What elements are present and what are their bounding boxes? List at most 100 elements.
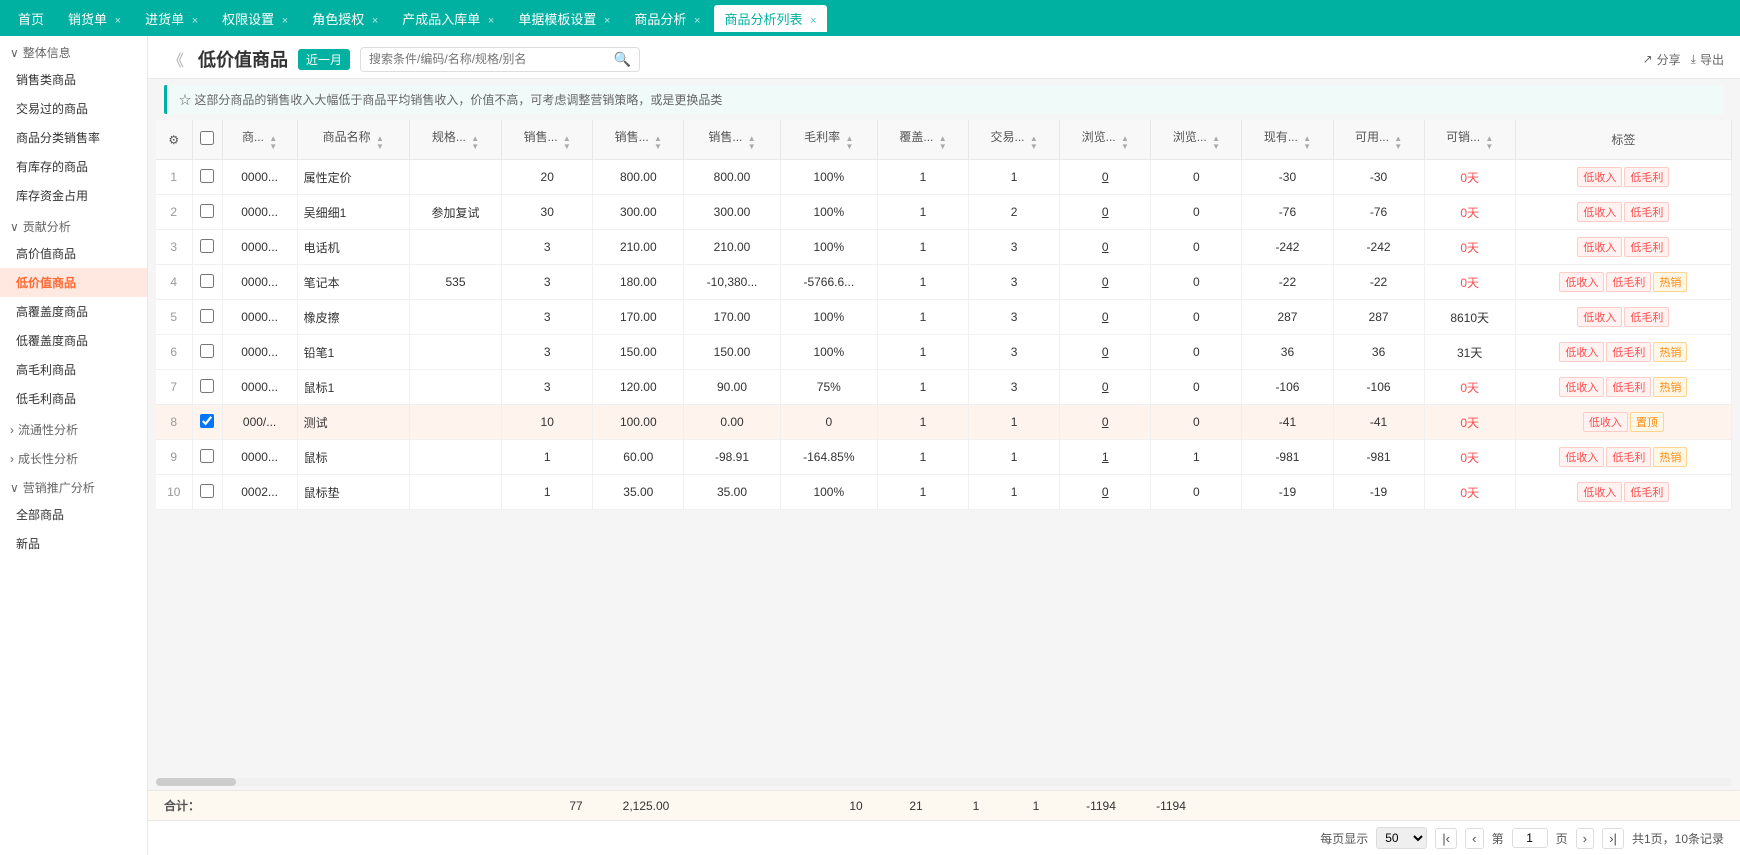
per-page-select[interactable]: 50 100 200 [1376, 827, 1427, 849]
sidebar-group-marketing[interactable]: ∨ 营销推广分析 [0, 471, 147, 500]
sidebar-item-category-sales[interactable]: 商品分类销售率 [0, 123, 147, 152]
col-gross-rate[interactable]: 毛利率 ▲▼ [780, 120, 877, 160]
nav-item-permission[interactable]: 权限设置 × [212, 5, 298, 32]
sidebar-item-stocked[interactable]: 有库存的商品 [0, 152, 147, 181]
nav-item-analysis[interactable]: 商品分析 × [624, 5, 710, 32]
nav-item-product[interactable]: 产成品入库单 × [392, 5, 504, 32]
search-icon[interactable]: 🔍 [614, 51, 631, 68]
row-checkbox[interactable] [200, 169, 214, 183]
row-checkbox-cell[interactable] [192, 195, 222, 230]
nav-item-sales[interactable]: 销货单 × [58, 5, 131, 32]
col-trade[interactable]: 交易... ▲▼ [969, 120, 1060, 160]
sidebar-item-high-coverage[interactable]: 高覆盖度商品 [0, 297, 147, 326]
col-sales-price[interactable]: 销售... ▲▼ [684, 120, 780, 160]
row-browse1[interactable]: 0 [1060, 335, 1151, 370]
sidebar-item-high-margin[interactable]: 高毛利商品 [0, 355, 147, 384]
col-name[interactable]: 商品名称 ▲▼ [297, 120, 409, 160]
browse1-link[interactable]: 1 [1102, 450, 1109, 464]
select-all-checkbox[interactable] [200, 131, 214, 145]
first-page-btn[interactable]: |‹ [1435, 828, 1457, 849]
close-icon[interactable]: × [694, 15, 700, 27]
search-input[interactable] [369, 52, 610, 66]
sidebar-item-traded-products[interactable]: 交易过的商品 [0, 94, 147, 123]
nav-item-home[interactable]: 首页 [8, 5, 54, 32]
sidebar-item-new-products[interactable]: 新品 [0, 529, 147, 558]
row-browse1[interactable]: 1 [1060, 440, 1151, 475]
row-browse1[interactable]: 0 [1060, 370, 1151, 405]
close-icon[interactable]: × [488, 15, 494, 27]
col-coverage[interactable]: 覆盖... ▲▼ [877, 120, 968, 160]
col-sales-amount[interactable]: 销售... ▲▼ [593, 120, 684, 160]
row-checkbox-cell[interactable] [192, 160, 222, 195]
sidebar-item-low-margin[interactable]: 低毛利商品 [0, 384, 147, 413]
browse1-link[interactable]: 0 [1102, 380, 1109, 394]
row-checkbox[interactable] [200, 379, 214, 393]
browse1-link[interactable]: 0 [1102, 310, 1109, 324]
browse1-link[interactable]: 0 [1102, 275, 1109, 289]
row-checkbox[interactable] [200, 309, 214, 323]
share-button[interactable]: ↗ 分享 [1643, 51, 1681, 68]
col-current-stock[interactable]: 现有... ▲▼ [1242, 120, 1333, 160]
row-checkbox-cell[interactable] [192, 265, 222, 300]
row-checkbox[interactable] [200, 449, 214, 463]
nav-item-role[interactable]: 角色授权 × [302, 5, 388, 32]
col-available-stock[interactable]: 可用... ▲▼ [1333, 120, 1424, 160]
browse1-link[interactable]: 0 [1102, 415, 1109, 429]
row-checkbox[interactable] [200, 239, 214, 253]
col-sellable-stock[interactable]: 可销... ▲▼ [1424, 120, 1515, 160]
row-checkbox-cell[interactable] [192, 370, 222, 405]
browse1-link[interactable]: 0 [1102, 345, 1109, 359]
sidebar-item-low-coverage[interactable]: 低覆盖度商品 [0, 326, 147, 355]
table-container[interactable]: ⚙ 商... ▲▼ 商品名称 ▲▼ 规格... ▲▼ 销售... ▲▼ 销售..… [148, 120, 1740, 778]
row-browse1[interactable]: 0 [1060, 475, 1151, 510]
close-icon[interactable]: × [115, 15, 121, 27]
sidebar-group-overall[interactable]: ∨ 整体信息 [0, 36, 147, 65]
sidebar-item-all-products[interactable]: 全部商品 [0, 500, 147, 529]
browse1-link[interactable]: 0 [1102, 240, 1109, 254]
sidebar-group-contribution[interactable]: ∨ 贡献分析 [0, 210, 147, 239]
row-checkbox-cell[interactable] [192, 440, 222, 475]
row-checkbox[interactable] [200, 414, 214, 428]
scrollbar-thumb[interactable] [156, 778, 236, 786]
horizontal-scrollbar[interactable] [156, 778, 1732, 786]
sidebar-item-sales-products[interactable]: 销售类商品 [0, 65, 147, 94]
close-icon[interactable]: × [282, 15, 288, 27]
col-checkbox[interactable] [192, 120, 222, 160]
col-spec[interactable]: 规格... ▲▼ [409, 120, 501, 160]
next-page-btn[interactable]: › [1576, 828, 1594, 849]
row-browse1[interactable]: 0 [1060, 265, 1151, 300]
col-settings[interactable]: ⚙ [156, 120, 192, 160]
row-browse1[interactable]: 0 [1060, 230, 1151, 265]
close-icon[interactable]: × [372, 15, 378, 27]
export-button[interactable]: ⤓ 导出 [1691, 51, 1724, 68]
row-checkbox-cell[interactable] [192, 335, 222, 370]
close-icon[interactable]: × [192, 15, 198, 27]
filter-tag-month[interactable]: 近一月 [298, 49, 350, 70]
row-browse1[interactable]: 0 [1060, 300, 1151, 335]
sidebar-item-capital[interactable]: 库存资金占用 [0, 181, 147, 210]
browse1-link[interactable]: 0 [1102, 170, 1109, 184]
sidebar-group-circulation[interactable]: › 流通性分析 [0, 413, 147, 442]
row-browse1[interactable]: 0 [1060, 195, 1151, 230]
row-checkbox-cell[interactable] [192, 405, 222, 440]
nav-item-purchase[interactable]: 进货单 × [135, 5, 208, 32]
row-checkbox[interactable] [200, 274, 214, 288]
row-checkbox-cell[interactable] [192, 230, 222, 265]
close-icon[interactable]: × [810, 15, 816, 27]
nav-item-analysis-list[interactable]: 商品分析列表 × [714, 5, 826, 32]
row-browse1[interactable]: 0 [1060, 405, 1151, 440]
col-browse2[interactable]: 浏览... ▲▼ [1151, 120, 1242, 160]
col-sales-qty[interactable]: 销售... ▲▼ [502, 120, 593, 160]
col-code[interactable]: 商... ▲▼ [222, 120, 297, 160]
collapse-sidebar-btn[interactable]: 《 [164, 47, 188, 71]
browse1-link[interactable]: 0 [1102, 485, 1109, 499]
row-checkbox-cell[interactable] [192, 300, 222, 335]
prev-page-btn[interactable]: ‹ [1465, 828, 1483, 849]
last-page-btn[interactable]: ›| [1602, 828, 1624, 849]
row-checkbox-cell[interactable] [192, 475, 222, 510]
row-checkbox[interactable] [200, 204, 214, 218]
close-icon[interactable]: × [604, 15, 610, 27]
nav-item-template[interactable]: 单据模板设置 × [508, 5, 620, 32]
col-browse1[interactable]: 浏览... ▲▼ [1060, 120, 1151, 160]
settings-icon[interactable]: ⚙ [168, 133, 179, 147]
